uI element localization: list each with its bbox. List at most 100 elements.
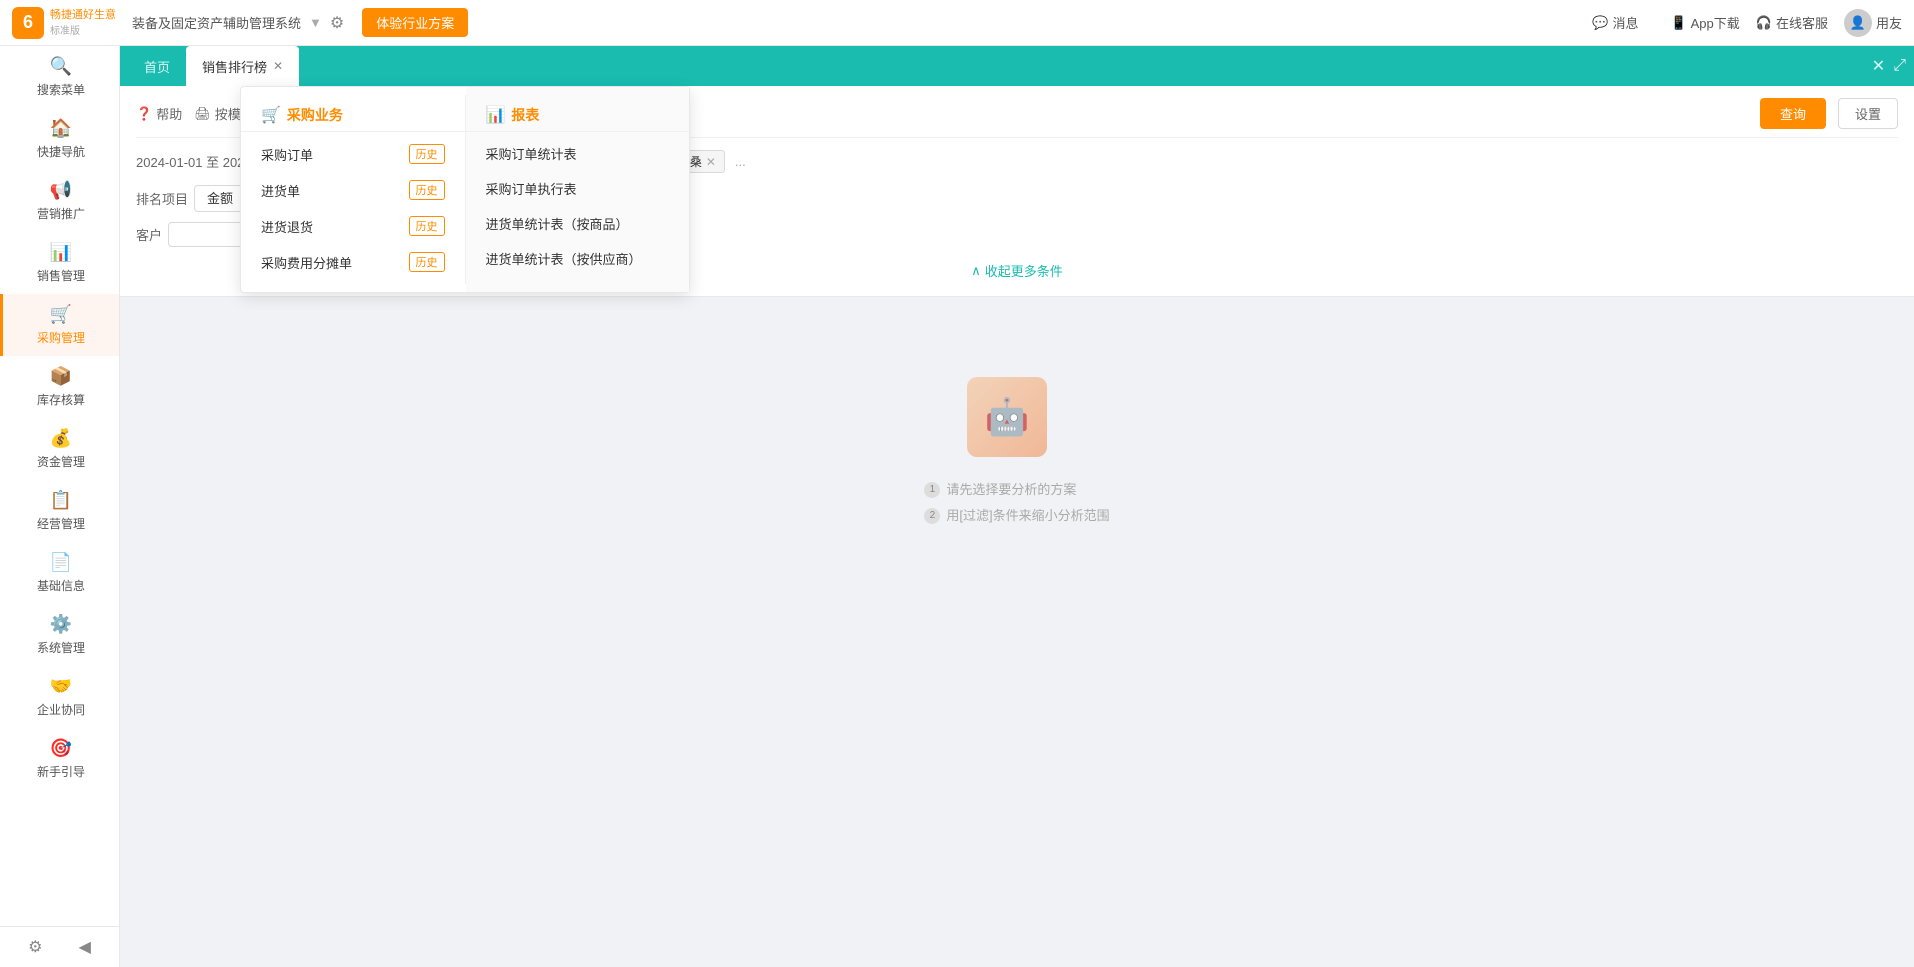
sidebar-item-quick-nav[interactable]: 🏠 快捷导航 <box>0 108 119 170</box>
sidebar: 🔍 搜索菜单 🏠 快捷导航 📢 营销推广 📊 销售管理 🛒 采购管理 📦 库存核… <box>0 46 120 967</box>
tab-bar-right: ✕ ⤢ <box>1872 56 1906 76</box>
collapse-arrow-icon: ∧ <box>971 263 981 279</box>
sidebar-item-operation[interactable]: 📋 经营管理 <box>0 480 119 542</box>
enterprise-icon: 🤝 <box>50 676 72 697</box>
dropdown-item-order-exec[interactable]: 采购订单执行表 <box>466 171 690 206</box>
tab-bar: 首页 销售排行榜 ✕ ✕ ⤢ <box>120 46 1914 86</box>
system-icon: ⚙️ <box>50 614 72 635</box>
user-action[interactable]: 👤 用友 <box>1844 9 1902 37</box>
guide-icon: 🎯 <box>50 738 72 759</box>
purchase-order-label: 采购订单 <box>261 145 313 164</box>
logo-icon: 6 <box>12 7 44 39</box>
sidebar-label-purchase: 采购管理 <box>37 329 85 346</box>
phone-icon: 📱 <box>1670 15 1686 31</box>
dropdown-item-return[interactable]: 进货退货 历史 <box>241 208 465 244</box>
message-icon: 💬 <box>1592 15 1608 31</box>
purchase-icon: 🛒 <box>50 304 72 325</box>
user-label: 用友 <box>1876 13 1902 32</box>
tab-close-btn[interactable]: ✕ <box>273 59 283 73</box>
settings-bottom-btn[interactable]: ⚙ <box>28 937 42 957</box>
collapse-sidebar-btn[interactable]: ◀ <box>79 937 91 957</box>
query-button[interactable]: 查询 <box>1760 98 1826 129</box>
gear-icon[interactable]: ⚙ <box>330 13 344 33</box>
system-title: 装备及固定资产辅助管理系统 ▼ ⚙ 体验行业方案 <box>132 8 1592 37</box>
basic-icon: 📄 <box>50 552 72 573</box>
step-num-2: 2 <box>924 508 940 524</box>
purchase-order-history-tag: 历史 <box>409 144 445 164</box>
sidebar-item-enterprise[interactable]: 🤝 企业协同 <box>0 666 119 728</box>
sidebar-item-system[interactable]: ⚙️ 系统管理 <box>0 604 119 666</box>
order-exec-label: 采购订单执行表 <box>486 179 577 198</box>
app-download-label: App下载 <box>1691 13 1740 32</box>
empty-hints: 1 请先选择要分析的方案 2 用[过滤]条件来缩小分析范围 <box>924 477 1109 529</box>
sidebar-label-system: 系统管理 <box>37 639 85 656</box>
business-section-icon: 🛒 <box>261 105 281 125</box>
dropdown-item-inbound-by-goods[interactable]: 进货单统计表（按商品） <box>466 206 690 241</box>
sidebar-item-sales[interactable]: 📊 销售管理 <box>0 232 119 294</box>
empty-illustration: 🤖 <box>967 377 1067 477</box>
sidebar-label-quick-nav: 快捷导航 <box>37 143 85 160</box>
sidebar-item-search[interactable]: 🔍 搜索菜单 <box>0 46 119 108</box>
industry-btn[interactable]: 体验行业方案 <box>362 8 468 37</box>
tab-home-label: 首页 <box>144 57 170 76</box>
goods-tag-close[interactable]: ✕ <box>706 155 716 169</box>
user-avatar: 👤 <box>1844 9 1872 37</box>
system-title-text: 装备及固定资产辅助管理系统 <box>132 13 301 32</box>
sidebar-label-search: 搜索菜单 <box>37 81 85 98</box>
sidebar-item-guide[interactable]: 🎯 新手引导 <box>0 728 119 790</box>
dropdown-item-inbound-by-supplier[interactable]: 进货单统计表（按供应商） <box>466 241 690 276</box>
report-section-title: 📊 报表 <box>466 99 690 132</box>
sidebar-item-basic[interactable]: 📄 基础信息 <box>0 542 119 604</box>
online-service-action[interactable]: 🎧 在线客服 <box>1756 13 1828 32</box>
message-label: 消息 <box>1612 13 1638 32</box>
return-history-tag: 历史 <box>409 216 445 236</box>
search-icon: 🔍 <box>50 56 72 77</box>
tab-home[interactable]: 首页 <box>128 46 186 86</box>
tab-sales-ranking[interactable]: 销售排行榜 ✕ <box>186 46 299 86</box>
dropdown-item-order-stats[interactable]: 采购订单统计表 <box>466 136 690 171</box>
purchase-report-section: 📊 报表 采购订单统计表 采购订单执行表 进货单统计表（按商品） 进货单统计表（… <box>466 87 690 292</box>
system-dropdown-arrow[interactable]: ▼ <box>309 15 322 30</box>
dropdown-item-expense[interactable]: 采购费用分摊单 历史 <box>241 244 465 280</box>
customer-label: 客户 <box>136 225 162 244</box>
sidebar-label-operation: 经营管理 <box>37 515 85 532</box>
help-label: 帮助 <box>156 104 182 123</box>
sidebar-label-finance: 资金管理 <box>37 453 85 470</box>
sidebar-item-inventory[interactable]: 📦 库存核算 <box>0 356 119 418</box>
marketing-icon: 📢 <box>50 180 72 201</box>
empty-step-1: 1 请先选择要分析的方案 <box>924 477 1109 503</box>
tab-expand-btn[interactable]: ⤢ <box>1893 57 1906 75</box>
dropdown-item-inbound[interactable]: 进货单 历史 <box>241 172 465 208</box>
finance-icon: 💰 <box>50 428 72 449</box>
dropdown-item-purchase-order[interactable]: 采购订单 历史 <box>241 136 465 172</box>
sidebar-item-finance[interactable]: 💰 资金管理 <box>0 418 119 480</box>
empty-hint-2: 用[过滤]条件来缩小分析范围 <box>946 503 1109 529</box>
return-label: 进货退货 <box>261 217 313 236</box>
message-action[interactable]: 💬 消息 <box>1592 13 1654 32</box>
sidebar-label-sales: 销售管理 <box>37 267 85 284</box>
help-action[interactable]: ❓ 帮助 <box>136 104 182 123</box>
tab-close-all-btn[interactable]: ✕ <box>1872 56 1885 76</box>
logo-title: 畅捷通好生意 <box>50 8 116 22</box>
logo-area: 6 畅捷通好生意 标准版 <box>12 7 132 39</box>
settings-button[interactable]: 设置 <box>1838 98 1898 129</box>
inbound-history-tag: 历史 <box>409 180 445 200</box>
sidebar-label-inventory: 库存核算 <box>37 391 85 408</box>
print-icon: 🖨 <box>194 106 211 122</box>
headset-icon: 🎧 <box>1756 15 1772 31</box>
sidebar-item-purchase[interactable]: 🛒 采购管理 <box>0 294 119 356</box>
online-service-label: 在线客服 <box>1776 13 1828 32</box>
business-section-title: 🛒 采购业务 <box>241 99 465 132</box>
goods-dots[interactable]: ... <box>731 154 750 169</box>
sidebar-label-basic: 基础信息 <box>37 577 85 594</box>
report-section-label: 报表 <box>511 105 539 125</box>
order-stats-label: 采购订单统计表 <box>486 144 577 163</box>
app-download-action[interactable]: 📱 App下载 <box>1670 13 1739 32</box>
sidebar-label-marketing: 营销推广 <box>37 205 85 222</box>
sidebar-item-marketing[interactable]: 📢 营销推广 <box>0 170 119 232</box>
content-area: 首页 销售排行榜 ✕ ✕ ⤢ ❓ 帮助 <box>120 46 1914 967</box>
expense-history-tag: 历史 <box>409 252 445 272</box>
inbound-by-goods-label: 进货单统计表（按商品） <box>486 214 629 233</box>
expense-label: 采购费用分摊单 <box>261 253 352 272</box>
ranking-label: 排名项目 <box>136 189 188 208</box>
